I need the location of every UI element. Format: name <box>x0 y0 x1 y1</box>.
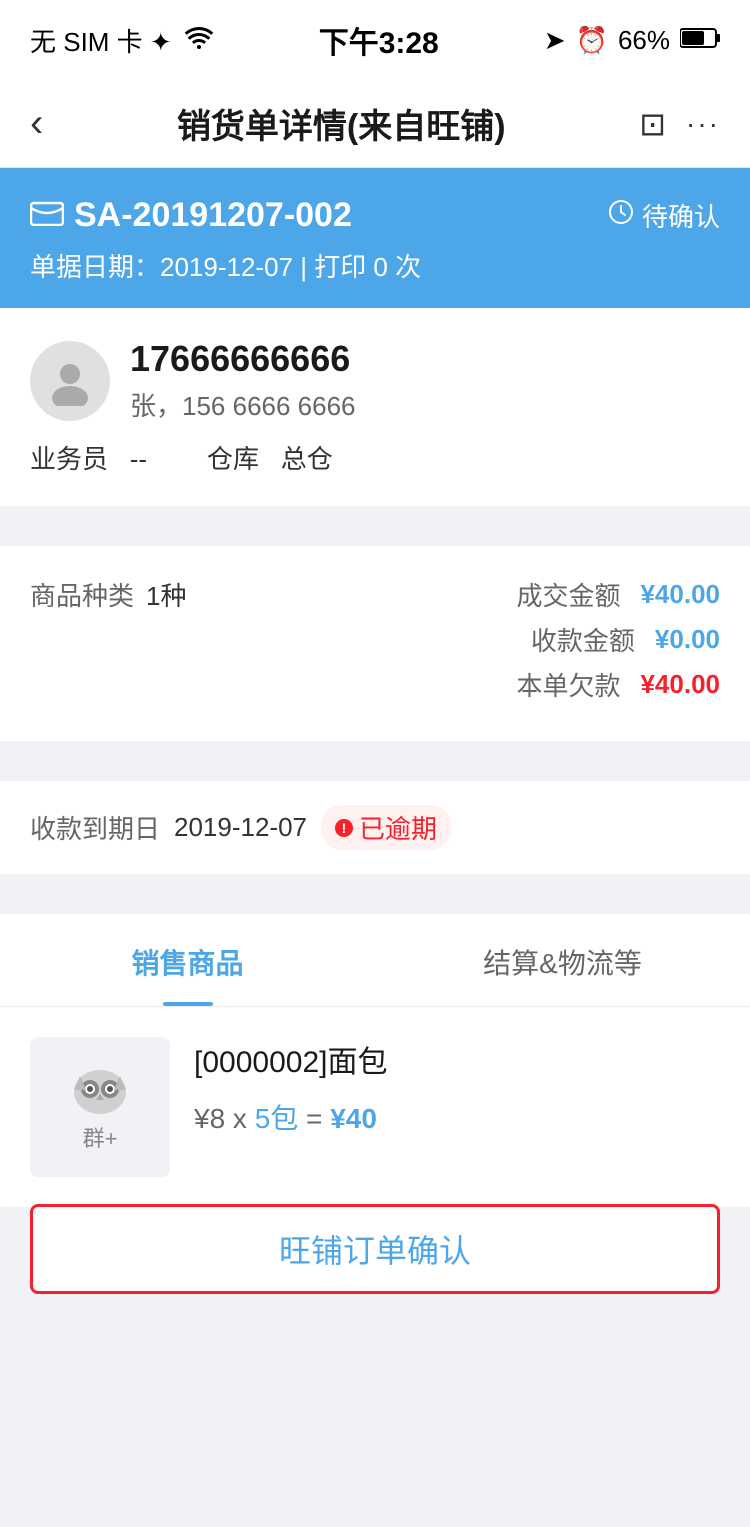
warehouse-item: 仓库 总仓 <box>207 439 333 476</box>
product-image: 群+ <box>30 1037 170 1177</box>
alarm-icon: ⏰ <box>576 25 608 56</box>
status-time: 下午3:28 <box>319 18 439 62</box>
page-title: 销货单详情(来自旺铺) <box>177 99 506 148</box>
order-info-section: 商品种类 1种 成交金额 ¥40.00 收款金额 ¥0.00 本单欠款 ¥40.… <box>0 546 750 741</box>
order-header-card: SA-20191207-002 待确认 单据日期：2019-12-07 | 打印… <box>0 168 750 308</box>
tab-sales-products[interactable]: 销售商品 <box>0 914 375 1006</box>
salesman-label: 业务员 <box>30 444 108 474</box>
status-bar: 无 SIM 卡 ✦ 下午3:28 ➤ ⏰ 66% <box>0 0 750 80</box>
nav-bar: ‹ 销货单详情(来自旺铺) ⊡ ··· <box>0 80 750 168</box>
amount-value-2: ¥40.00 <box>640 669 720 700</box>
tab-bar: 销售商品 结算&物流等 <box>0 914 750 1007</box>
nav-left[interactable]: ‹ <box>30 101 43 146</box>
product-type-label: 商品种类 <box>30 576 134 613</box>
due-date-value: 2019-12-07 <box>174 812 307 843</box>
confirm-order-button[interactable]: 旺铺订单确认 <box>30 1204 720 1294</box>
amount-value-1: ¥0.00 <box>655 624 720 655</box>
amount-row-1: 收款金额 ¥0.00 <box>516 621 720 658</box>
status-right: ➤ ⏰ 66% <box>544 25 720 56</box>
product-details: [0000002]面包 ¥8 x 5包 = ¥40 <box>194 1037 720 1137</box>
warehouse-value: 总仓 <box>281 444 333 474</box>
product-logo-text: 群+ <box>83 1121 118 1153</box>
customer-section: 17666666666 张，156 6666 6666 业务员 -- 仓库 总仓 <box>0 308 750 506</box>
overdue-text: 已逾期 <box>359 809 437 846</box>
more-button[interactable]: ··· <box>686 108 720 140</box>
back-button[interactable]: ‹ <box>30 101 43 146</box>
tab-settlement[interactable]: 结算&物流等 <box>375 914 750 1006</box>
separator-1 <box>0 526 750 546</box>
separator-3 <box>0 894 750 914</box>
amount-row-0: 成交金额 ¥40.00 <box>516 576 720 613</box>
product-item: 群+ [0000002]面包 ¥8 x 5包 = ¥40 <box>0 1007 750 1207</box>
overdue-icon: ! <box>335 819 353 837</box>
nav-right[interactable]: ⊡ ··· <box>639 105 720 143</box>
overdue-badge: ! 已逾期 <box>321 805 451 850</box>
equals-text: = <box>298 1103 330 1134</box>
salesman-value: -- <box>130 444 147 474</box>
due-label: 收款到期日 <box>30 809 160 846</box>
customer-name: 张，156 6666 6666 <box>130 386 356 423</box>
order-status: 待确认 <box>608 197 720 234</box>
total-price: ¥40 <box>330 1103 377 1134</box>
customer-phone: 17666666666 <box>130 338 356 380</box>
price-text: ¥8 x <box>194 1103 255 1134</box>
amount-label-1: 收款金额 <box>531 621 635 658</box>
product-price: ¥8 x 5包 = ¥40 <box>194 1097 720 1137</box>
order-icon <box>30 196 64 235</box>
wifi-icon <box>184 25 214 56</box>
amount-label-2: 本单欠款 <box>516 666 620 703</box>
warehouse-label: 仓库 <box>207 444 259 474</box>
order-id: SA-20191207-002 <box>30 196 352 235</box>
order-date: 单据日期：2019-12-07 | 打印 0 次 <box>30 247 720 284</box>
battery-text: 66% <box>618 25 670 56</box>
quantity-text: 5包 <box>255 1103 299 1134</box>
share-button[interactable]: ⊡ <box>639 105 666 143</box>
status-left: 无 SIM 卡 ✦ <box>30 22 214 59</box>
amount-label-0: 成交金额 <box>516 576 620 613</box>
salesman-item: 业务员 -- <box>30 439 147 476</box>
amounts-section: 成交金额 ¥40.00 收款金额 ¥0.00 本单欠款 ¥40.00 <box>516 576 720 711</box>
product-type-value: 1种 <box>146 576 186 613</box>
battery-icon <box>680 25 720 56</box>
confirm-button-area: 旺铺订单确认 <box>30 1204 720 1294</box>
clock-icon <box>608 199 634 232</box>
separator-2 <box>0 761 750 781</box>
due-date-section: 收款到期日 2019-12-07 ! 已逾期 <box>0 781 750 874</box>
location-icon: ➤ <box>544 25 566 56</box>
customer-avatar <box>30 341 110 421</box>
amount-row-2: 本单欠款 ¥40.00 <box>516 666 720 703</box>
sim-text: 无 SIM 卡 ✦ <box>30 22 172 59</box>
product-name: [0000002]面包 <box>194 1037 720 1081</box>
amount-value-0: ¥40.00 <box>640 579 720 610</box>
